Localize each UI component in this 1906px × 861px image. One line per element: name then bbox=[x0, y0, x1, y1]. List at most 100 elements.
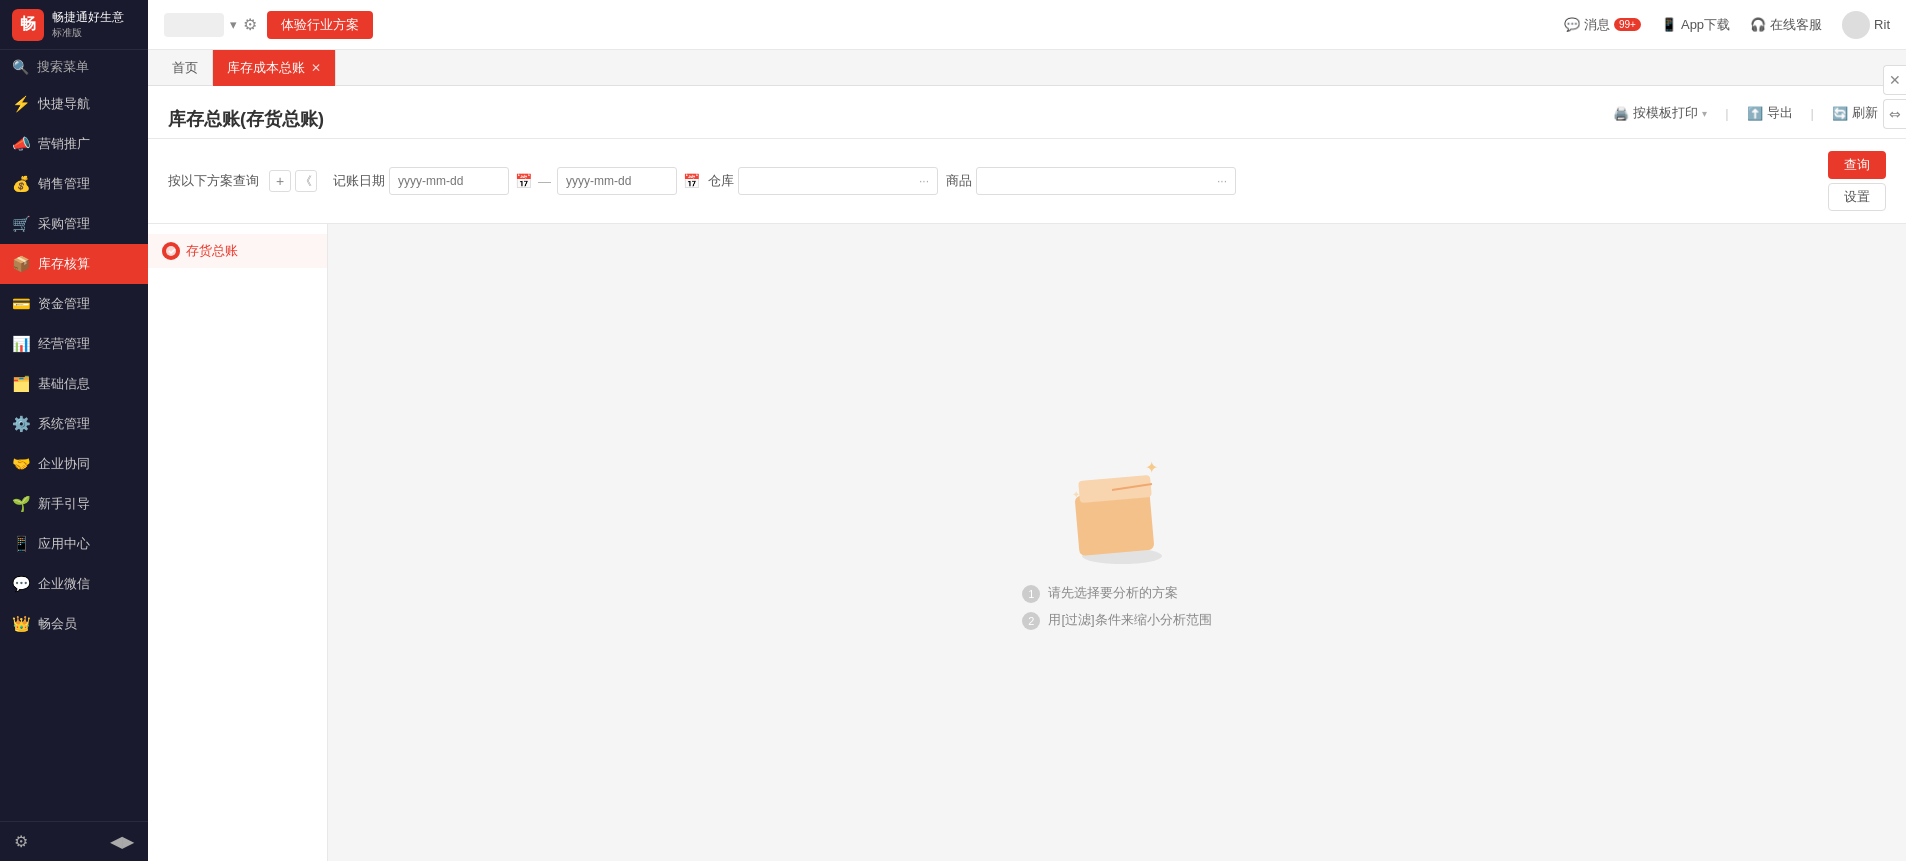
empty-illustration: ✦ ✦ bbox=[1057, 448, 1177, 568]
page-header: 库存总账(存货总账) 🖨️ 按模板打印 ▾ | ⬆️ 导出 | 🔄 刷新 bbox=[148, 86, 1906, 139]
message-badge: 99+ bbox=[1614, 18, 1641, 31]
date-separator: — bbox=[538, 174, 551, 189]
sidebar-item-wecom[interactable]: 💬 企业微信 bbox=[0, 564, 148, 604]
footer-settings-icon[interactable]: ⚙ bbox=[14, 832, 28, 851]
query-button[interactable]: 查询 bbox=[1828, 151, 1886, 179]
settings-button[interactable]: 设置 bbox=[1828, 183, 1886, 211]
finance-icon: 💳 bbox=[12, 295, 30, 313]
app-download-icon: 📱 bbox=[1661, 17, 1677, 32]
appstore-icon: 📱 bbox=[12, 535, 30, 553]
tab-inventory-cost[interactable]: 库存成本总账 ✕ bbox=[213, 50, 336, 86]
print-dropdown-icon[interactable]: ▾ bbox=[1702, 108, 1707, 119]
filter-collapse-btn[interactable]: 《 bbox=[295, 170, 317, 192]
filter-date-group: 记账日期 📅 — 📅 bbox=[333, 167, 700, 195]
sidebar-item-finance[interactable]: 💳 资金管理 bbox=[0, 284, 148, 324]
inventory-icon: 📦 bbox=[12, 255, 30, 273]
refresh-icon: 🔄 bbox=[1832, 106, 1848, 121]
user-name: Rit bbox=[1874, 17, 1890, 32]
calendar-to-icon[interactable]: 📅 bbox=[683, 173, 700, 189]
sidebar-item-quick-nav[interactable]: ⚡ 快捷导航 bbox=[0, 84, 148, 124]
scheme-icon bbox=[162, 242, 180, 260]
cooperation-icon: 🤝 bbox=[12, 455, 30, 473]
quick-nav-icon: ⚡ bbox=[12, 95, 30, 113]
online-support-btn[interactable]: 🎧 在线客服 bbox=[1750, 16, 1822, 34]
empty-text: 1 请先选择要分析的方案 2 用[过滤]条件来缩小分析范围 bbox=[1022, 584, 1211, 638]
basic-icon: 🗂️ bbox=[12, 375, 30, 393]
breadcrumb-area: ▾ ⚙ bbox=[164, 13, 257, 37]
content-area: 库存总账(存货总账) 🖨️ 按模板打印 ▾ | ⬆️ 导出 | 🔄 刷新 bbox=[148, 86, 1906, 861]
date-to-input[interactable] bbox=[557, 167, 677, 195]
export-icon: ⬆️ bbox=[1747, 106, 1763, 121]
resize-right-panel-btn[interactable]: ⇔ bbox=[1883, 99, 1906, 129]
message-icon: 💬 bbox=[1564, 17, 1580, 32]
system-icon: ⚙️ bbox=[12, 415, 30, 433]
sidebar-item-newguide[interactable]: 🌱 新手引导 bbox=[0, 484, 148, 524]
product-select[interactable]: ··· bbox=[976, 167, 1236, 195]
sidebar-footer: ⚙ ◀▶ bbox=[0, 821, 148, 861]
warehouse-label: 仓库 bbox=[708, 172, 734, 190]
topbar-settings-icon[interactable]: ⚙ bbox=[243, 15, 257, 34]
page-title: 库存总账(存货总账) bbox=[168, 107, 324, 131]
user-avatar bbox=[1842, 11, 1870, 39]
sidebar-item-basic[interactable]: 🗂️ 基础信息 bbox=[0, 364, 148, 404]
product-more-icon[interactable]: ··· bbox=[1217, 174, 1227, 188]
filter-label: 按以下方案查询 bbox=[168, 172, 259, 190]
user-avatar-area[interactable]: Rit bbox=[1842, 11, 1890, 39]
filter-actions: 查询 设置 bbox=[1828, 151, 1886, 211]
sidebar-item-member[interactable]: 👑 畅会员 bbox=[0, 604, 148, 644]
app-logo-text: 畅捷通好生意 标准版 bbox=[52, 10, 124, 39]
message-btn[interactable]: 💬 消息 99+ bbox=[1564, 16, 1641, 34]
app-download-btn[interactable]: 📱 App下载 bbox=[1661, 16, 1730, 34]
empty-hint-1: 1 请先选择要分析的方案 bbox=[1022, 584, 1211, 603]
sidebar-item-cooperation[interactable]: 🤝 企业协同 bbox=[0, 444, 148, 484]
scheme-item-inventory-ledger[interactable]: 存货总账 bbox=[148, 234, 327, 268]
sidebar-item-appstore[interactable]: 📱 应用中心 bbox=[0, 524, 148, 564]
sidebar-item-operation[interactable]: 📊 经营管理 bbox=[0, 324, 148, 364]
svg-point-0 bbox=[166, 246, 176, 256]
print-btn[interactable]: 🖨️ 按模板打印 ▾ bbox=[1605, 100, 1715, 126]
main-area: ▾ ⚙ 体验行业方案 💬 消息 99+ 📱 App下载 🎧 在线客服 Rit bbox=[148, 0, 1906, 861]
topbar-user-pill bbox=[164, 13, 224, 37]
headset-icon: 🎧 bbox=[1750, 17, 1766, 32]
refresh-btn[interactable]: 🔄 刷新 bbox=[1824, 100, 1886, 126]
app-logo-icon: 畅 bbox=[12, 9, 44, 41]
sidebar-item-sales[interactable]: 💰 销售管理 bbox=[0, 164, 148, 204]
sidebar-logo: 畅 畅捷通好生意 标准版 bbox=[0, 0, 148, 50]
svg-text:✦: ✦ bbox=[1072, 489, 1080, 500]
product-label: 商品 bbox=[946, 172, 972, 190]
marketing-icon: 📣 bbox=[12, 135, 30, 153]
filter-add-btn[interactable]: + bbox=[269, 170, 291, 192]
topbar: ▾ ⚙ 体验行业方案 💬 消息 99+ 📱 App下载 🎧 在线客服 Rit bbox=[148, 0, 1906, 50]
calendar-from-icon[interactable]: 📅 bbox=[515, 173, 532, 189]
empty-state: ✦ ✦ 1 请先选择要分析的方案 2 用[过滤]条件来缩小 bbox=[1022, 448, 1211, 638]
export-btn[interactable]: ⬆️ 导出 bbox=[1739, 100, 1801, 126]
tab-close-inventory-cost[interactable]: ✕ bbox=[311, 61, 321, 75]
operation-icon: 📊 bbox=[12, 335, 30, 353]
warehouse-more-icon[interactable]: ··· bbox=[919, 174, 929, 188]
date-field-label: 记账日期 bbox=[333, 172, 385, 190]
sidebar-search[interactable]: 🔍 搜索菜单 bbox=[0, 50, 148, 84]
tabs-bar: 首页 库存成本总账 ✕ bbox=[148, 50, 1906, 86]
scheme-sidebar: 存货总账 bbox=[148, 224, 328, 861]
empty-hint-2: 2 用[过滤]条件来缩小分析范围 bbox=[1022, 611, 1211, 630]
search-icon: 🔍 bbox=[12, 59, 29, 75]
header-divider-1: | bbox=[1725, 106, 1728, 121]
wecom-icon: 💬 bbox=[12, 575, 30, 593]
svg-text:✦: ✦ bbox=[1145, 459, 1158, 476]
topbar-right: 💬 消息 99+ 📱 App下载 🎧 在线客服 Rit bbox=[1564, 11, 1890, 39]
sidebar-item-purchase[interactable]: 🛒 采购管理 bbox=[0, 204, 148, 244]
industry-btn[interactable]: 体验行业方案 bbox=[267, 11, 373, 39]
main-content-empty: ✦ ✦ 1 请先选择要分析的方案 2 用[过滤]条件来缩小 bbox=[328, 224, 1906, 861]
footer-collapse-icon[interactable]: ◀▶ bbox=[110, 832, 134, 851]
close-right-panel-btn[interactable]: ✕ bbox=[1883, 65, 1906, 95]
warehouse-select[interactable]: ··· bbox=[738, 167, 938, 195]
sidebar-item-system[interactable]: ⚙️ 系统管理 bbox=[0, 404, 148, 444]
topbar-left: ▾ ⚙ 体验行业方案 bbox=[164, 11, 373, 39]
date-from-input[interactable] bbox=[389, 167, 509, 195]
breadcrumb-dropdown-icon[interactable]: ▾ bbox=[230, 17, 237, 32]
sidebar-item-inventory[interactable]: 📦 库存核算 bbox=[0, 244, 148, 284]
hint-num-2: 2 bbox=[1022, 612, 1040, 630]
tab-home[interactable]: 首页 bbox=[158, 50, 213, 86]
sidebar-nav: ⚡ 快捷导航 📣 营销推广 💰 销售管理 🛒 采购管理 📦 库存核算 💳 资金管… bbox=[0, 84, 148, 821]
sidebar-item-marketing[interactable]: 📣 营销推广 bbox=[0, 124, 148, 164]
